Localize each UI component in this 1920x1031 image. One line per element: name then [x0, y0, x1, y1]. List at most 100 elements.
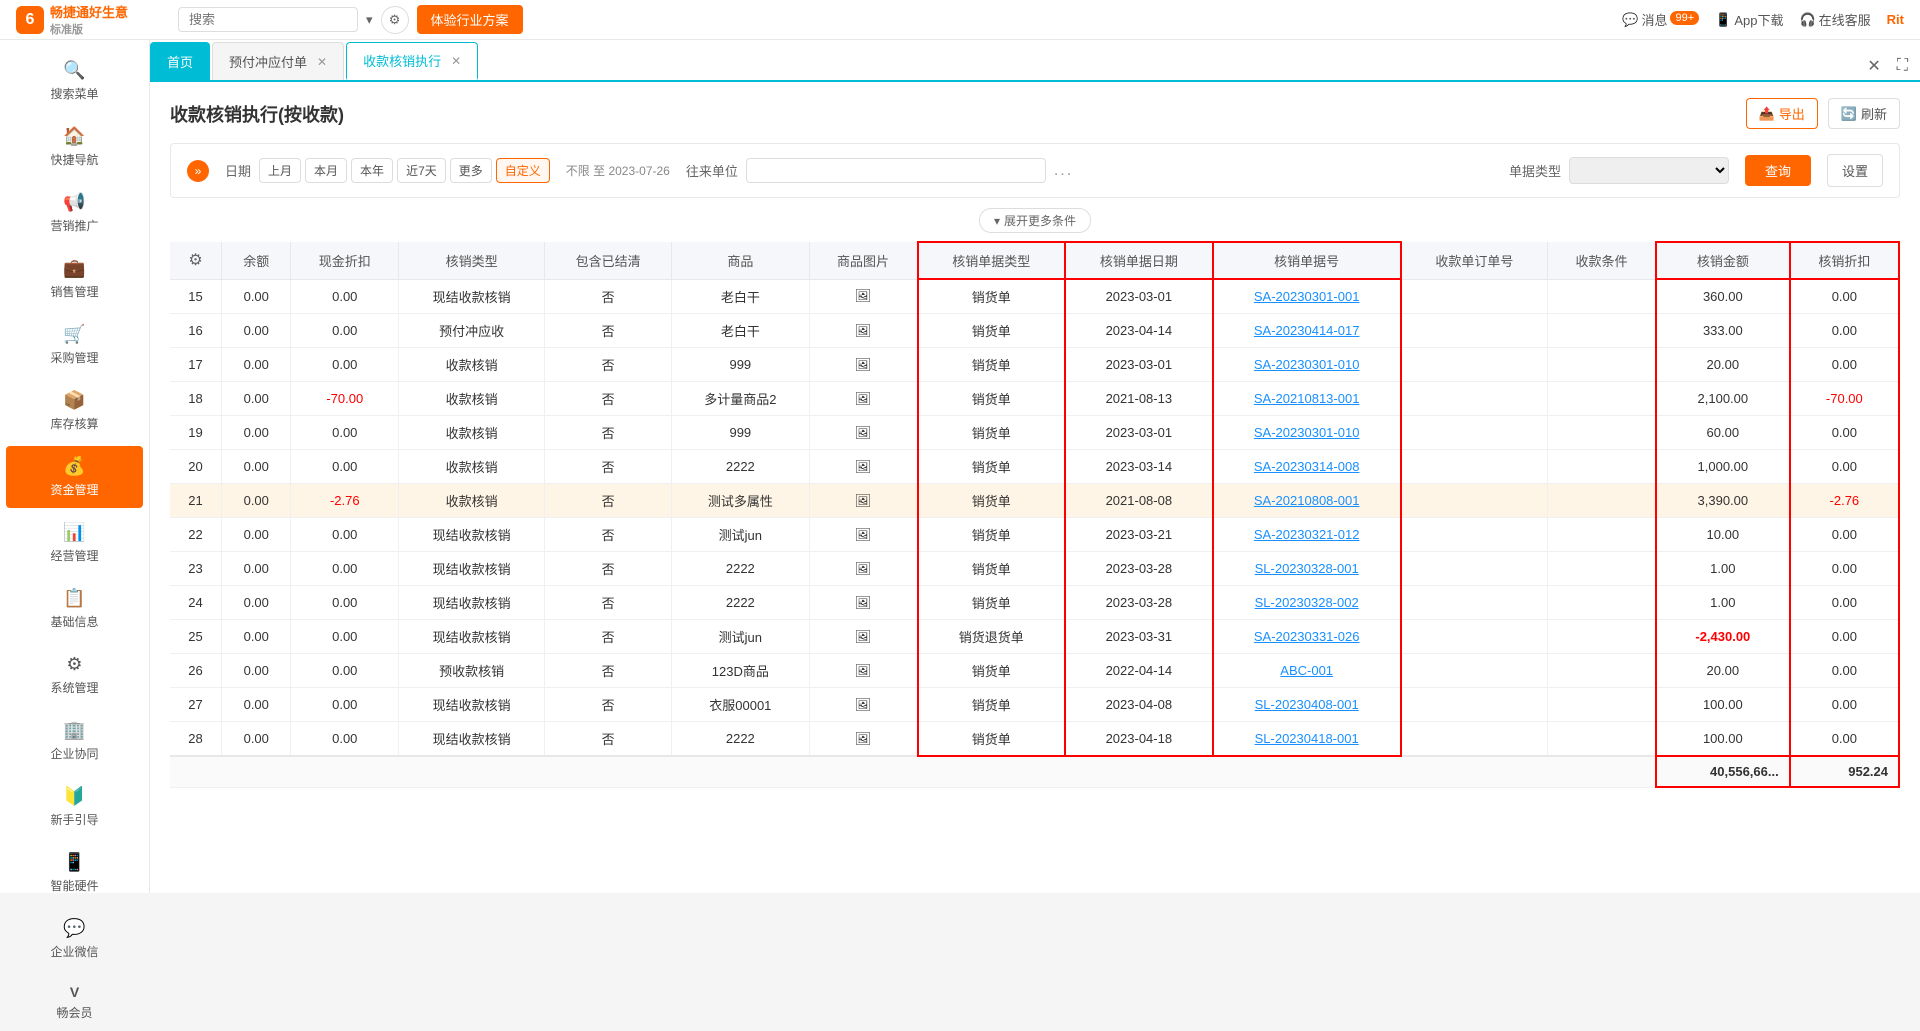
cell-product: 多计量商品2 — [672, 382, 810, 416]
app-download-button[interactable]: 📱 App下载 — [1715, 10, 1783, 29]
sidebar-item-search-menu[interactable]: 🔍 搜索菜单 — [6, 50, 143, 112]
refresh-button[interactable]: 🔄 刷新 — [1828, 98, 1900, 129]
cell-writeoff-type: 现结收款核销 — [399, 518, 545, 552]
sidebar-item-corp[interactable]: 🏢 企业协同 — [6, 710, 143, 772]
filter-bar: » 日期 上月 本月 本年 近7天 更多 自定义 不限 至 2023-07-26 — [170, 143, 1900, 198]
sidebar-item-sales[interactable]: 💼 销售管理 — [6, 248, 143, 310]
cell-no: 16 — [170, 314, 222, 348]
sidebar-item-system[interactable]: ⚙ 系统管理 — [6, 644, 143, 706]
cell-doc-no[interactable]: SA-20230301-001 — [1213, 279, 1401, 314]
setting-button[interactable]: 设置 — [1827, 154, 1883, 187]
cell-doc-no[interactable]: SA-20210808-001 — [1213, 484, 1401, 518]
cell-cash-discount: 0.00 — [291, 450, 399, 484]
sidebar-item-inventory[interactable]: 📦 库存核算 — [6, 380, 143, 442]
sidebar: 🔍 搜索菜单 🏠 快捷导航 📢 营销推广 💼 销售管理 🛒 采购管理 📦 库存核… — [0, 40, 150, 893]
system-icon: ⚙ — [66, 654, 82, 675]
tab-receipt-writeoff-close-icon[interactable]: ✕ — [451, 54, 461, 68]
sidebar-item-guide[interactable]: 🔰 新手引导 — [6, 776, 143, 838]
table-row: 180.00-70.00收款核销否多计量商品2🖼销货单2021-08-13SA-… — [170, 382, 1899, 416]
cell-no: 26 — [170, 654, 222, 688]
filter-date-7days[interactable]: 近7天 — [397, 158, 446, 183]
cell-balance: 0.00 — [222, 620, 291, 654]
th-settings[interactable]: ⚙ — [170, 242, 222, 279]
sidebar-item-basic-info[interactable]: 📋 基础信息 — [6, 578, 143, 640]
filter-partner-input[interactable] — [746, 158, 1046, 183]
filter-date-more[interactable]: 更多 — [450, 158, 492, 183]
online-service-button[interactable]: 🎧 在线客服 — [1799, 10, 1870, 29]
sidebar-item-wechat[interactable]: 💬 企业微信 — [6, 908, 143, 970]
cell-writeoff-amount: 10.00 — [1656, 518, 1790, 552]
export-button[interactable]: 📤 导出 — [1746, 98, 1818, 129]
sidebar-item-smart-hw[interactable]: 📱 智能硬件 — [6, 842, 143, 904]
notification-button[interactable]: 💬 消息 99+ — [1622, 10, 1699, 29]
cell-writeoff-discount: 0.00 — [1790, 416, 1899, 450]
cell-doc-no[interactable]: SA-20230314-008 — [1213, 450, 1401, 484]
sidebar-label-inventory: 库存核算 — [50, 415, 98, 432]
table-settings-icon[interactable]: ⚙ — [188, 252, 202, 269]
cell-no: 24 — [170, 586, 222, 620]
cell-balance: 0.00 — [222, 416, 291, 450]
cell-cash-discount: 0.00 — [291, 654, 399, 688]
cell-writeoff-amount: 333.00 — [1656, 314, 1790, 348]
sidebar-label-basic-info: 基础信息 — [50, 613, 98, 630]
cell-doc-no[interactable]: SA-20230301-010 — [1213, 348, 1401, 382]
sidebar-item-quick-nav[interactable]: 🏠 快捷导航 — [6, 116, 143, 178]
cell-receipt-order — [1401, 586, 1548, 620]
filter-date-last-month[interactable]: 上月 — [259, 158, 301, 183]
basic-info-icon: 📋 — [63, 588, 85, 609]
filter-partner-label: 往来单位 — [686, 161, 738, 180]
cell-doc-no[interactable]: SL-20230328-001 — [1213, 552, 1401, 586]
sidebar-item-purchase[interactable]: 🛒 采购管理 — [6, 314, 143, 376]
cell-writeoff-discount: 0.00 — [1790, 279, 1899, 314]
industry-solution-button[interactable]: 体验行业方案 — [417, 5, 523, 34]
dropdown-arrow-icon[interactable]: ▾ — [366, 12, 373, 28]
cell-receipt-cond — [1548, 552, 1656, 586]
tab-close-all-icon[interactable]: ✕ — [1863, 52, 1884, 80]
cell-doc-no[interactable]: SA-20230414-017 — [1213, 314, 1401, 348]
tab-home[interactable]: 首页 — [150, 42, 210, 80]
cell-doc-no[interactable]: SL-20230328-002 — [1213, 586, 1401, 620]
filter-expand-arrow[interactable]: » — [187, 160, 209, 182]
cell-doc-type: 销货单 — [918, 518, 1066, 552]
cell-doc-no[interactable]: ABC-001 — [1213, 654, 1401, 688]
cell-balance: 0.00 — [222, 382, 291, 416]
cell-doc-no[interactable]: SA-20230321-012 — [1213, 518, 1401, 552]
cell-writeoff-type: 收款核销 — [399, 416, 545, 450]
cell-product-img: 🖼 — [809, 654, 917, 688]
filter-date-this-month[interactable]: 本月 — [305, 158, 347, 183]
sidebar-item-marketing[interactable]: 📢 营销推广 — [6, 182, 143, 244]
cell-product: 衣服00001 — [672, 688, 810, 722]
th-writeoff-discount: 核销折扣 — [1790, 242, 1899, 279]
cell-receipt-cond — [1548, 314, 1656, 348]
cell-receipt-cond — [1548, 586, 1656, 620]
filter-date-custom[interactable]: 自定义 — [496, 158, 550, 183]
tab-receipt-writeoff[interactable]: 收款核销执行 ✕ — [346, 42, 478, 80]
cell-balance: 0.00 — [222, 552, 291, 586]
cell-doc-no[interactable]: SA-20230331-026 — [1213, 620, 1401, 654]
cell-doc-date: 2023-03-28 — [1065, 586, 1213, 620]
cell-cash-discount: 0.00 — [291, 518, 399, 552]
cell-no: 27 — [170, 688, 222, 722]
sidebar-item-operations[interactable]: 📊 经营管理 — [6, 512, 143, 574]
settings-icon[interactable]: ⚙ — [381, 6, 409, 34]
cell-doc-no[interactable]: SL-20230418-001 — [1213, 722, 1401, 757]
expand-more-button[interactable]: ▾ 展开更多条件 — [979, 208, 1091, 233]
wechat-icon: 💬 — [63, 918, 85, 939]
cell-doc-no[interactable]: SL-20230408-001 — [1213, 688, 1401, 722]
cell-doc-no[interactable]: SA-20230301-010 — [1213, 416, 1401, 450]
cell-doc-no[interactable]: SA-20210813-001 — [1213, 382, 1401, 416]
query-button[interactable]: 查询 — [1745, 155, 1811, 186]
search-input[interactable] — [178, 7, 358, 32]
user-avatar[interactable]: Rit — [1887, 12, 1904, 27]
filter-receipt-type-select[interactable] — [1569, 157, 1729, 184]
cell-doc-date: 2021-08-13 — [1065, 382, 1213, 416]
cell-writeoff-discount: 0.00 — [1790, 688, 1899, 722]
tab-fullscreen-icon[interactable]: ⛶ — [1893, 53, 1912, 79]
filter-date-this-year[interactable]: 本年 — [351, 158, 393, 183]
tab-prepay-close-icon[interactable]: ✕ — [317, 55, 327, 69]
sidebar-item-member[interactable]: V 畅会员 — [6, 974, 143, 1031]
tab-prepay[interactable]: 预付冲应付单 ✕ — [212, 42, 344, 80]
sidebar-item-finance[interactable]: 💰 资金管理 — [6, 446, 143, 508]
app-edition: 标准版 — [50, 21, 128, 37]
cell-writeoff-discount: 0.00 — [1790, 620, 1899, 654]
